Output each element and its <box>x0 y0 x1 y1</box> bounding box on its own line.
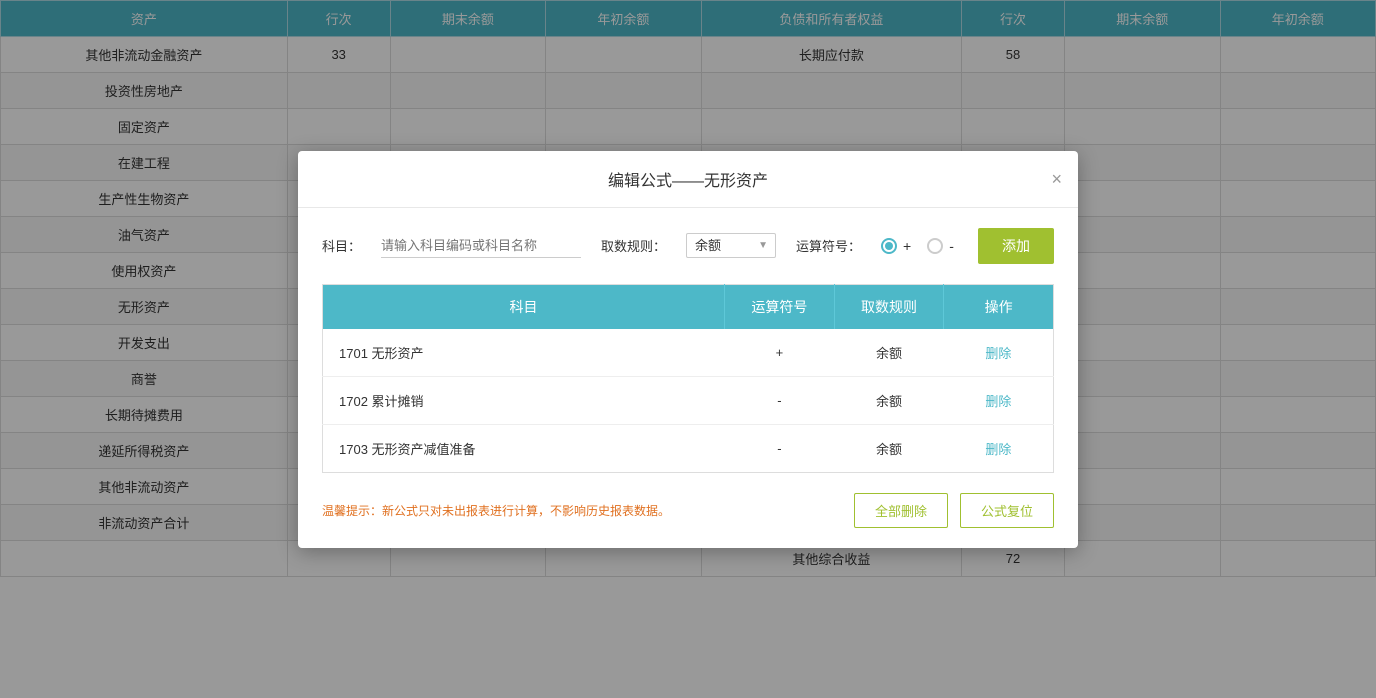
modal-table-wrapper: 科目 运算符号 取数规则 操作 1701 无形资产+余额删除1702 累计摊销-… <box>298 284 1078 473</box>
formula-rule: 余额 <box>834 376 944 424</box>
rule-select[interactable]: 余额 借方 贷方 借方累计 贷方累计 <box>686 233 776 258</box>
formula-subject: 1702 累计摊销 <box>323 376 725 424</box>
formula-operator: - <box>725 424 835 472</box>
table-header-subject: 科目 <box>323 284 725 329</box>
formula-table: 科目 运算符号 取数规则 操作 1701 无形资产+余额删除1702 累计摊销-… <box>322 284 1054 473</box>
add-button[interactable]: 添加 <box>978 228 1054 264</box>
modal-dialog: 编辑公式——无形资产 × 科目： 取数规则： 余额 借方 贷方 借方累计 贷方累… <box>298 151 1078 548</box>
formula-operator: + <box>725 329 835 377</box>
formula-subject: 1703 无形资产减值准备 <box>323 424 725 472</box>
table-row: 1703 无形资产减值准备-余额 删除 <box>323 424 1054 472</box>
radio-minus-item[interactable]: - <box>927 238 954 254</box>
rule-label: 取数规则： <box>601 236 666 255</box>
formula-action: 删除 <box>944 329 1054 377</box>
formula-rule: 余额 <box>834 329 944 377</box>
rule-select-wrapper: 余额 借方 贷方 借方累计 贷方累计 ▼ <box>686 233 776 258</box>
radio-plus-label: + <box>903 238 911 254</box>
table-row: 1702 累计摊销-余额 删除 <box>323 376 1054 424</box>
operator-radio-group: + - <box>881 238 954 254</box>
modal-overlay: 编辑公式——无形资产 × 科目： 取数规则： 余额 借方 贷方 借方累计 贷方累… <box>0 0 1376 698</box>
close-button[interactable]: × <box>1051 170 1062 188</box>
footer-buttons: 全部删除 公式复位 <box>854 493 1054 528</box>
formula-subject: 1701 无形资产 <box>323 329 725 377</box>
radio-minus-label: - <box>949 238 954 254</box>
modal-title: 编辑公式——无形资产 <box>608 173 768 190</box>
delete-row-button[interactable]: 删除 <box>985 346 1011 361</box>
modal-header: 编辑公式——无形资产 × <box>298 151 1078 208</box>
radio-minus-circle <box>927 238 943 254</box>
delete-row-button[interactable]: 删除 <box>985 394 1011 409</box>
formula-operator: - <box>725 376 835 424</box>
formula-action: 删除 <box>944 424 1054 472</box>
table-header-rule: 取数规则 <box>834 284 944 329</box>
radio-plus-item[interactable]: + <box>881 238 911 254</box>
footer-tip: 温馨提示：新公式只对未出报表进行计算，不影响历史报表数据。 <box>322 502 670 519</box>
modal-footer: 温馨提示：新公式只对未出报表进行计算，不影响历史报表数据。 全部删除 公式复位 <box>298 473 1078 528</box>
formula-action: 删除 <box>944 376 1054 424</box>
operator-label: 运算符号： <box>796 236 861 255</box>
table-header-operator: 运算符号 <box>725 284 835 329</box>
formula-rule: 余额 <box>834 424 944 472</box>
form-row: 科目： 取数规则： 余额 借方 贷方 借方累计 贷方累计 ▼ 运算符号： + <box>298 208 1078 284</box>
subject-input[interactable] <box>381 234 581 258</box>
radio-plus-circle <box>881 238 897 254</box>
reset-formula-button[interactable]: 公式复位 <box>960 493 1054 528</box>
subject-label: 科目： <box>322 236 361 255</box>
table-header-action: 操作 <box>944 284 1054 329</box>
table-row: 1701 无形资产+余额 删除 <box>323 329 1054 377</box>
delete-row-button[interactable]: 删除 <box>985 442 1011 457</box>
delete-all-button[interactable]: 全部删除 <box>854 493 948 528</box>
